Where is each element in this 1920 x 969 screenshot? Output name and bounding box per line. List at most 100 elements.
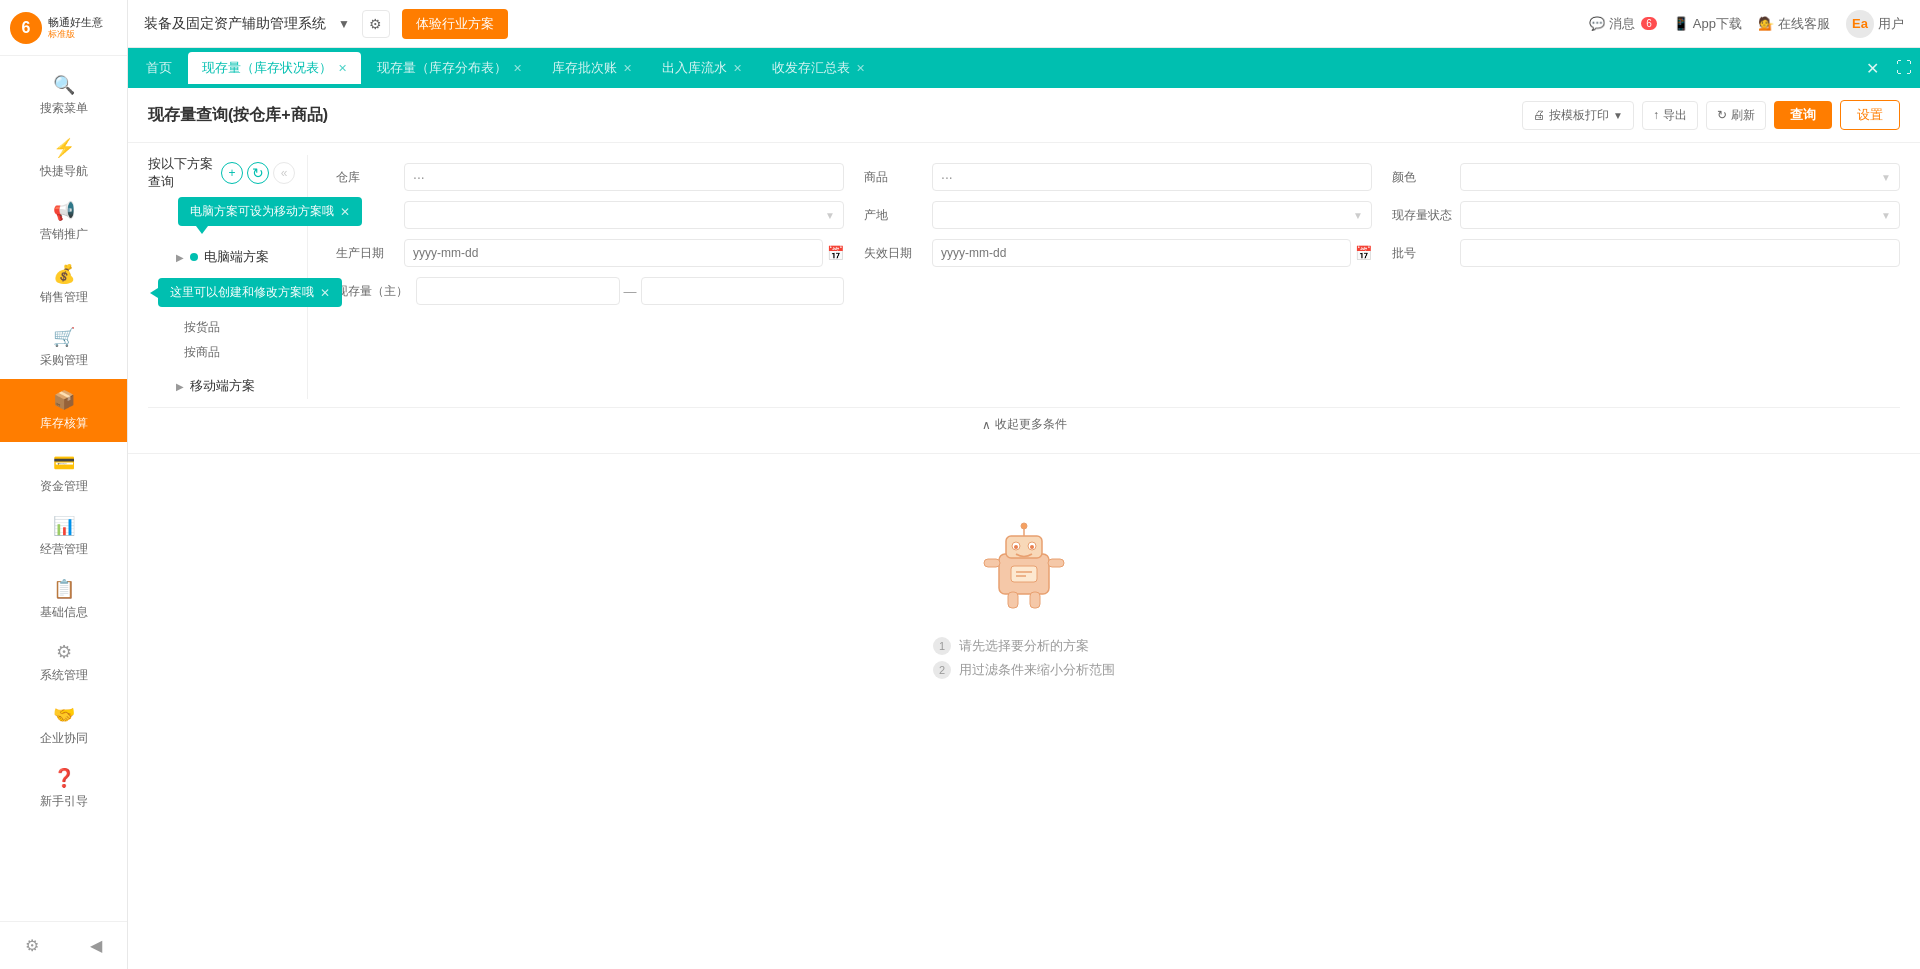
tab-close-inventory-dist[interactable]: ✕	[513, 63, 522, 74]
tab-close-recv-summary[interactable]: ✕	[856, 63, 865, 74]
settings-bottom-icon[interactable]: ⚙	[21, 932, 43, 959]
sidebar-item-basic-info[interactable]: 📋 基础信息	[0, 568, 127, 631]
system-title: 装备及固定资产辅助管理系统	[144, 15, 326, 33]
settings-button[interactable]: 设置	[1840, 100, 1900, 130]
filter-warehouse: 仓库 ···	[336, 163, 844, 191]
filter-main-panel: 仓库 ··· 商品 ···	[324, 155, 1900, 399]
production-date-calendar-icon[interactable]: 📅	[827, 245, 844, 261]
goods-label: 商品	[864, 169, 924, 186]
stock-main-min-input[interactable]	[416, 277, 620, 305]
page-header: 现存量查询(按仓库+商品) 🖨 按模板打印 ▼ ↑ 导出 ↻ 刷新	[128, 88, 1920, 143]
sidebar: 6 畅通好生意 标准版 🔍 搜索菜单 ⚡ 快捷导航 📢 营销推广 💰 销售管理 …	[0, 0, 128, 969]
page-inner: 现存量查询(按仓库+商品) 🖨 按模板打印 ▼ ↑ 导出 ↻ 刷新	[128, 88, 1920, 969]
header-settings-btn[interactable]: ⚙	[362, 10, 390, 38]
sidebar-item-marketing[interactable]: 📢 营销推广	[0, 190, 127, 253]
expiry-date-calendar-icon[interactable]: 📅	[1355, 245, 1372, 261]
expiry-date-input[interactable]	[932, 239, 1351, 267]
tab-home[interactable]: 首页	[132, 52, 186, 84]
empty-hint-1: 1 请先选择要分析的方案	[933, 637, 1115, 655]
search-button[interactable]: 查询	[1774, 101, 1832, 129]
refresh-scheme-icon[interactable]: ↻	[247, 162, 269, 184]
scheme-tree: ▶ 电脑端方案	[168, 244, 295, 270]
filter-batch-no: 批号	[1392, 239, 1900, 267]
warehouse-input[interactable]: ···	[404, 163, 844, 191]
close-tab-icon[interactable]: ✕	[1860, 56, 1884, 80]
tab-inventory-dist[interactable]: 现存量（库存分布表） ✕	[363, 52, 536, 84]
tab-in-out-flow[interactable]: 出入库流水 ✕	[648, 52, 756, 84]
create-tooltip-close[interactable]: ✕	[320, 286, 330, 300]
production-date-input[interactable]	[404, 239, 823, 267]
sidebar-bottom: ⚙ ◀	[0, 921, 127, 969]
svg-point-7	[1021, 523, 1027, 529]
app-download-btn[interactable]: 📱 App下载	[1673, 15, 1742, 33]
scheme-item-by-goods[interactable]: 按货品	[176, 315, 295, 340]
stock-main-label: 现存量（主）	[336, 283, 408, 300]
batch-no-label: 批号	[1392, 245, 1452, 262]
collapse-btn[interactable]: ∧ 收起更多条件	[148, 407, 1900, 441]
size-select[interactable]: ▼	[404, 201, 844, 229]
add-scheme-icon[interactable]: +	[221, 162, 243, 184]
stock-status-select[interactable]: ▼	[1460, 201, 1900, 229]
color-select[interactable]: ▼	[1460, 163, 1900, 191]
scheme-desktop[interactable]: ▶ 电脑端方案	[168, 244, 295, 270]
print-icon: 🖨	[1533, 108, 1545, 122]
sidebar-item-purchase[interactable]: 🛒 采购管理	[0, 316, 127, 379]
sidebar-item-quick-nav[interactable]: ⚡ 快捷导航	[0, 127, 127, 190]
tab-close-in-out-flow[interactable]: ✕	[733, 63, 742, 74]
scheme-mobile[interactable]: ▶ 移动端方案	[168, 373, 295, 399]
tab-recv-summary[interactable]: 收发存汇总表 ✕	[758, 52, 879, 84]
svg-rect-8	[984, 559, 1000, 567]
batch-no-input[interactable]	[1460, 239, 1900, 267]
stock-main-divider: —	[624, 284, 637, 299]
scheme-item-by-product[interactable]: 按商品	[176, 340, 295, 365]
sidebar-item-operations[interactable]: 📊 经营管理	[0, 505, 127, 568]
goods-input[interactable]: ···	[932, 163, 1372, 191]
origin-select[interactable]: ▼	[932, 201, 1372, 229]
maximize-tab-icon[interactable]: ⛶	[1892, 56, 1916, 80]
user-btn[interactable]: Ea 用户	[1846, 10, 1904, 38]
sidebar-item-finance[interactable]: 💳 资金管理	[0, 442, 127, 505]
filter-goods: 商品 ···	[864, 163, 1372, 191]
page-actions: 🖨 按模板打印 ▼ ↑ 导出 ↻ 刷新 查询 设置	[1522, 100, 1900, 130]
print-btn[interactable]: 🖨 按模板打印 ▼	[1522, 101, 1634, 130]
sidebar-item-inventory[interactable]: 📦 库存核算	[0, 379, 127, 442]
messages-btn[interactable]: 💬 消息 6	[1589, 15, 1657, 33]
svg-rect-12	[1011, 566, 1037, 582]
sidebar-item-search[interactable]: 🔍 搜索菜单	[0, 64, 127, 127]
tab-inventory-status[interactable]: 现存量（库存状况表） ✕	[188, 52, 361, 84]
svg-rect-11	[1030, 592, 1040, 608]
color-label: 颜色	[1392, 169, 1452, 186]
prev-scheme-icon[interactable]: «	[273, 162, 295, 184]
stock-main-max-input[interactable]	[641, 277, 845, 305]
system-dropdown[interactable]: ▼	[338, 17, 350, 31]
svg-rect-1	[1006, 536, 1042, 558]
tab-close-batch-account[interactable]: ✕	[623, 63, 632, 74]
empty-state: 1 请先选择要分析的方案 2 用过滤条件来缩小分析范围	[128, 454, 1920, 745]
filter-origin: 产地 ▼	[864, 201, 1372, 229]
sidebar-item-guide[interactable]: ❓ 新手引导	[0, 757, 127, 820]
filter-stock-main: 现存量（主） —	[336, 277, 844, 305]
sidebar-item-sales[interactable]: 💰 销售管理	[0, 253, 127, 316]
filter-grid-row3: 生产日期 📅 失效日期 �	[336, 239, 1900, 267]
trial-button[interactable]: 体验行业方案	[402, 9, 508, 39]
export-btn[interactable]: ↑ 导出	[1642, 101, 1698, 130]
sidebar-item-enterprise[interactable]: 🤝 企业协同	[0, 694, 127, 757]
tab-batch-account[interactable]: 库存批次账 ✕	[538, 52, 646, 84]
handshake-icon: 🤝	[53, 704, 75, 726]
question-icon: ❓	[53, 767, 75, 789]
scheme-tooltip-close[interactable]: ✕	[340, 205, 350, 219]
empty-hints: 1 请先选择要分析的方案 2 用过滤条件来缩小分析范围	[933, 637, 1115, 685]
logo-icon: 6	[10, 12, 42, 44]
empty-icon	[974, 514, 1074, 617]
sidebar-item-system[interactable]: ⚙ 系统管理	[0, 631, 127, 694]
online-service-btn[interactable]: 💁 在线客服	[1758, 15, 1830, 33]
tab-close-inventory-status[interactable]: ✕	[338, 63, 347, 74]
money-icon: 💰	[53, 263, 75, 285]
sidebar-nav: 🔍 搜索菜单 ⚡ 快捷导航 📢 营销推广 💰 销售管理 🛒 采购管理 📦 库存核…	[0, 56, 127, 921]
collapse-sidebar-icon[interactable]: ◀	[86, 932, 106, 959]
logo-text: 畅通好生意 标准版	[48, 15, 103, 41]
refresh-btn[interactable]: ↻ 刷新	[1706, 101, 1766, 130]
empty-robot-svg	[974, 514, 1074, 614]
header-right: 💬 消息 6 📱 App下载 💁 在线客服 Ea 用户	[1589, 10, 1904, 38]
stock-status-label: 现存量状态	[1392, 207, 1452, 224]
